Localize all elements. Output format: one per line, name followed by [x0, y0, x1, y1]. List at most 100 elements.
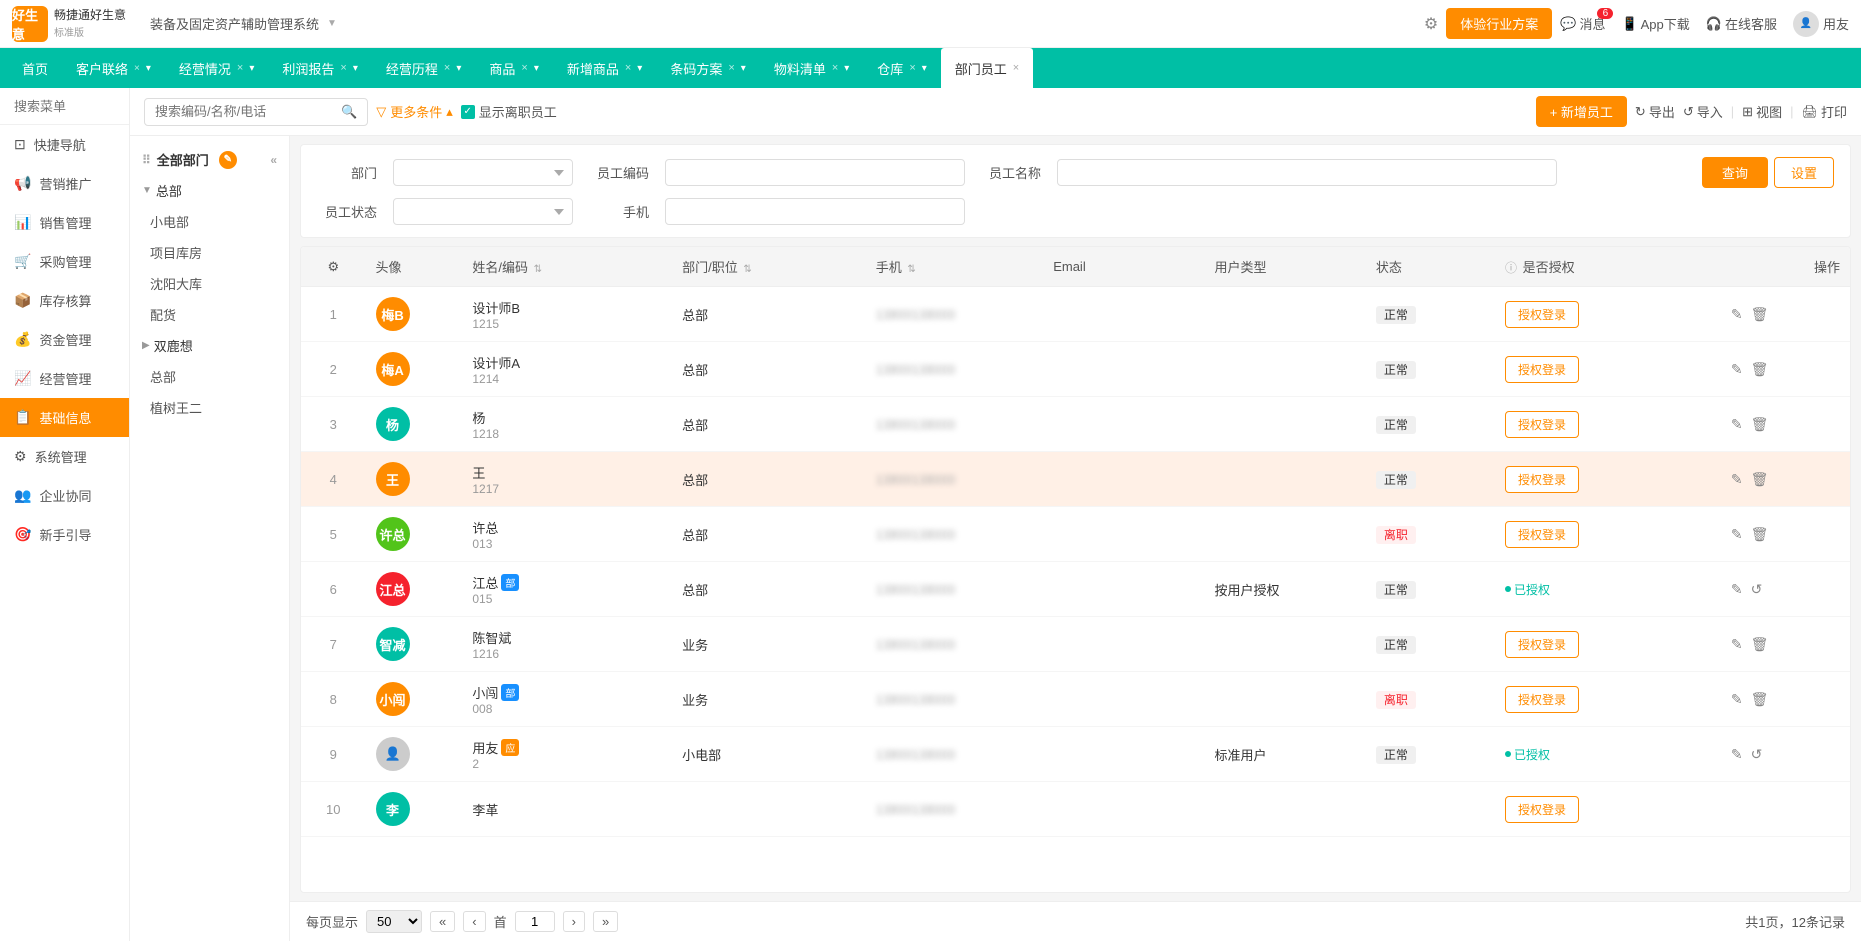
th-name-code[interactable]: 姓名/编码 ⇅	[462, 247, 672, 287]
delete-icon[interactable]: 🗑	[1751, 471, 1769, 488]
tab-close[interactable]: ×	[832, 62, 838, 74]
auth-button[interactable]: 授权登录	[1505, 686, 1579, 713]
sidebar-item-guide[interactable]: 🎯 新手引导	[0, 515, 129, 554]
edit-icon[interactable]: ✎	[1731, 746, 1743, 763]
sidebar-item-purchase[interactable]: 🛒 采购管理	[0, 242, 129, 281]
view-button[interactable]: ⊞ 视图	[1742, 102, 1782, 121]
export-button[interactable]: ↻ 导出	[1635, 102, 1675, 121]
edit-icon[interactable]: ✎	[1731, 691, 1743, 708]
search-input[interactable]	[155, 104, 335, 119]
add-employee-button[interactable]: + 新增员工	[1536, 96, 1627, 127]
auth-button[interactable]: 授权登录	[1505, 356, 1579, 383]
search-button[interactable]: 查询	[1702, 157, 1768, 188]
tab-close[interactable]: ×	[134, 63, 140, 74]
tab-add-goods[interactable]: 新增商品 × ▾	[553, 48, 656, 88]
delete-icon[interactable]: 🗑	[1751, 526, 1769, 543]
delete-icon[interactable]: 🗑	[1751, 306, 1769, 323]
tree-edit-icon[interactable]: ✎	[219, 151, 237, 169]
tree-item-distribution[interactable]: 配货	[130, 299, 289, 330]
sidebar-item-inventory[interactable]: 📦 库存核算	[0, 281, 129, 320]
tab-bom[interactable]: 物料清单 × ▾	[760, 48, 863, 88]
tab-history[interactable]: 经营历程 × ▾	[372, 48, 475, 88]
tree-item-small-elec[interactable]: 小电部	[130, 206, 289, 237]
more-filter-button[interactable]: ▽ 更多条件 ▴	[376, 102, 453, 121]
tree-item-zhishu[interactable]: 植树王二	[130, 392, 289, 423]
prev-page-button[interactable]: ‹	[463, 911, 485, 932]
auth-button[interactable]: 授权登录	[1505, 796, 1579, 823]
edit-icon[interactable]: ✎	[1731, 361, 1743, 378]
import-button[interactable]: ↺ 导入	[1683, 102, 1723, 121]
edit-icon[interactable]: ✎	[1731, 526, 1743, 543]
system-dropdown-arrow[interactable]: ▼	[327, 18, 337, 29]
auth-button[interactable]: 授权登录	[1505, 521, 1579, 548]
th-dept[interactable]: 部门/职位 ⇅	[672, 247, 866, 287]
sidebar-item-collab[interactable]: 👥 企业协同	[0, 476, 129, 515]
tab-profit[interactable]: 利润报告 × ▾	[268, 48, 371, 88]
last-page-button[interactable]: »	[593, 911, 618, 932]
sidebar-item-basic-info[interactable]: 📋 基础信息	[0, 398, 129, 437]
dept-select[interactable]	[393, 159, 573, 186]
sidebar-item-nav[interactable]: ⊡ 快捷导航	[0, 125, 129, 164]
auth-button[interactable]: 授权登录	[1505, 631, 1579, 658]
emp-code-input[interactable]	[665, 159, 965, 186]
tab-customer[interactable]: 客户联络 × ▾	[62, 48, 165, 88]
tab-operation[interactable]: 经营情况 × ▾	[165, 48, 268, 88]
sidebar-item-marketing[interactable]: 📢 营销推广	[0, 164, 129, 203]
delete-icon[interactable]: ↺	[1751, 581, 1763, 598]
trial-button[interactable]: 体验行业方案	[1446, 8, 1552, 39]
tree-item-hq2[interactable]: 总部	[130, 361, 289, 392]
delete-icon[interactable]: 🗑	[1751, 636, 1769, 653]
tab-barcode[interactable]: 条码方案 × ▾	[656, 48, 759, 88]
sidebar-item-finance[interactable]: 💰 资金管理	[0, 320, 129, 359]
tab-warehouse[interactable]: 仓库 × ▾	[863, 48, 940, 88]
edit-icon[interactable]: ✎	[1731, 636, 1743, 653]
tree-parent-hq[interactable]: ▼ 总部	[130, 175, 289, 206]
delete-icon[interactable]: ↺	[1751, 746, 1763, 763]
tree-item-project[interactable]: 项目库房	[130, 237, 289, 268]
auth-button[interactable]: 授权登录	[1505, 466, 1579, 493]
first-page-button[interactable]: «	[430, 911, 455, 932]
tab-close[interactable]: ×	[909, 62, 915, 74]
page-size-select[interactable]: 50 20 100	[366, 910, 422, 933]
tab-goods[interactable]: 商品 × ▾	[475, 48, 552, 88]
delete-icon[interactable]: 🗑	[1751, 416, 1769, 433]
tab-employees[interactable]: 部门员工 ×	[941, 48, 1033, 88]
tab-close[interactable]: ×	[728, 62, 734, 74]
th-settings[interactable]: ⚙	[301, 247, 366, 287]
message-button[interactable]: 💬 消息 6	[1560, 14, 1605, 33]
tab-close[interactable]: ×	[444, 62, 450, 74]
user-button[interactable]: 👤 用友	[1793, 11, 1849, 37]
tab-home[interactable]: 首页	[8, 48, 62, 88]
emp-status-select[interactable]	[393, 198, 573, 225]
sidebar-item-sales[interactable]: 📊 销售管理	[0, 203, 129, 242]
tab-close[interactable]: ×	[625, 62, 631, 74]
edit-icon[interactable]: ✎	[1731, 306, 1743, 323]
print-button[interactable]: 🖨 打印	[1801, 102, 1847, 121]
online-service-button[interactable]: 🎧 在线客服	[1706, 14, 1777, 33]
page-number-input[interactable]	[515, 911, 555, 932]
tree-item-shenyang[interactable]: 沈阳大库	[130, 268, 289, 299]
setting-button[interactable]: 设置	[1774, 157, 1834, 188]
tab-close[interactable]: ×	[1013, 62, 1019, 74]
auth-button[interactable]: 授权登录	[1505, 301, 1579, 328]
tab-close[interactable]: ×	[521, 62, 527, 74]
delete-icon[interactable]: 🗑	[1751, 361, 1769, 378]
sidebar-item-business[interactable]: 📈 经营管理	[0, 359, 129, 398]
delete-icon[interactable]: 🗑	[1751, 691, 1769, 708]
edit-icon[interactable]: ✎	[1731, 416, 1743, 433]
tree-parent-shuanglu[interactable]: ▶ 双鹿想	[130, 330, 289, 361]
tab-close[interactable]: ×	[340, 62, 346, 74]
sidebar-item-system[interactable]: ⚙ 系统管理	[0, 437, 129, 476]
phone-input[interactable]	[665, 198, 965, 225]
edit-icon[interactable]: ✎	[1731, 581, 1743, 598]
emp-name-input[interactable]	[1057, 159, 1557, 186]
app-download-button[interactable]: 📱 App下载	[1621, 14, 1689, 33]
tree-collapse-icon[interactable]: «	[270, 153, 277, 167]
edit-icon[interactable]: ✎	[1731, 471, 1743, 488]
show-inactive-toggle[interactable]: ✓ 显示离职员工	[461, 102, 557, 121]
auth-button[interactable]: 授权登录	[1505, 411, 1579, 438]
th-phone[interactable]: 手机 ⇅	[866, 247, 1043, 287]
search-input[interactable]	[14, 99, 130, 114]
info-icon[interactable]: ⓘ	[1505, 261, 1517, 275]
settings-icon[interactable]: ⚙	[1424, 14, 1438, 34]
